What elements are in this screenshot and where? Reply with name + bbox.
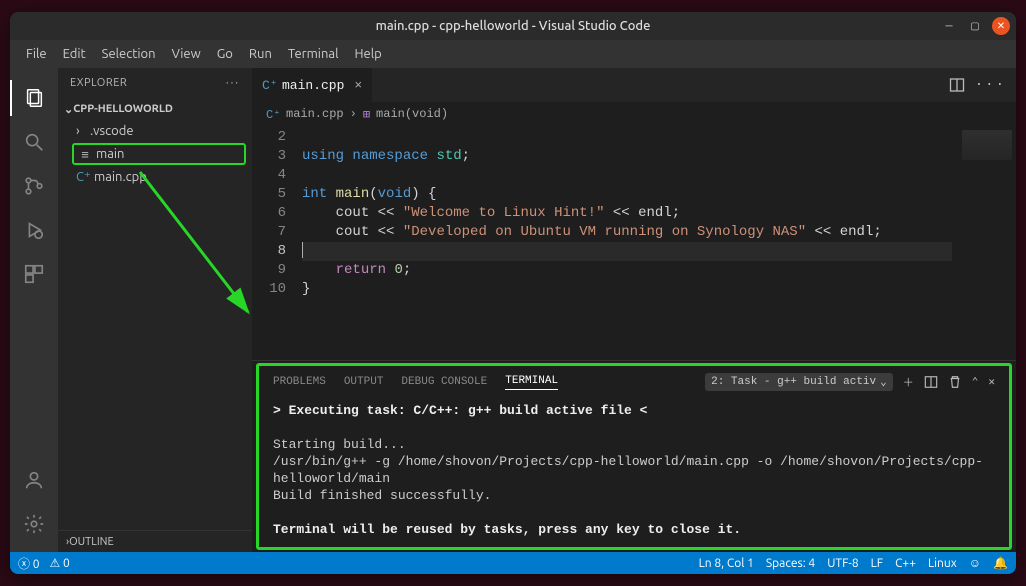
outline-section[interactable]: › OUTLINE bbox=[58, 530, 252, 552]
vscode-window: main.cpp - cpp-helloworld - Visual Studi… bbox=[10, 12, 1016, 574]
new-terminal-icon[interactable]: ＋ bbox=[903, 374, 914, 390]
status-encoding[interactable]: UTF-8 bbox=[827, 557, 858, 570]
window-title: main.cpp - cpp-helloworld - Visual Studi… bbox=[376, 19, 651, 33]
chevron-right-icon: › bbox=[76, 124, 86, 138]
tab-bar: C⁺ main.cpp × ··· bbox=[252, 68, 1016, 102]
breadcrumb-symbol: main(void) bbox=[376, 107, 448, 121]
bottom-panel: PROBLEMS OUTPUT DEBUG CONSOLE TERMINAL 2… bbox=[252, 360, 1016, 552]
menu-selection[interactable]: Selection bbox=[94, 43, 164, 65]
tab-label: main.cpp bbox=[282, 78, 344, 93]
status-language[interactable]: C++ bbox=[895, 557, 916, 570]
folder-name: CPP-HELLOWORLD bbox=[73, 103, 173, 115]
panel-tab-problems[interactable]: PROBLEMS bbox=[273, 376, 326, 388]
status-bell-icon[interactable]: 🔔 bbox=[993, 556, 1008, 570]
folder-header[interactable]: ⌄ CPP-HELLOWORLD bbox=[58, 98, 252, 120]
chevron-down-icon: ⌄ bbox=[64, 103, 73, 116]
status-warnings[interactable]: ⚠ 0 bbox=[50, 556, 70, 570]
panel-tab-terminal[interactable]: TERMINAL bbox=[505, 375, 558, 390]
status-host[interactable]: Linux bbox=[928, 557, 957, 570]
activity-explorer[interactable] bbox=[10, 76, 58, 120]
tree-label: main bbox=[96, 147, 124, 161]
chevron-right-icon: › bbox=[350, 107, 357, 121]
activity-debug[interactable] bbox=[10, 208, 58, 252]
window-close[interactable]: ✕ bbox=[992, 17, 1010, 35]
menu-go[interactable]: Go bbox=[209, 43, 241, 65]
tab-main-cpp[interactable]: C⁺ main.cpp × bbox=[252, 68, 372, 102]
line-gutter: 2345678910 bbox=[252, 126, 302, 360]
panel-tab-debug[interactable]: DEBUG CONSOLE bbox=[401, 376, 487, 388]
binary-icon: ≡ bbox=[78, 147, 92, 162]
activity-account[interactable] bbox=[10, 458, 58, 502]
function-icon: ⊞ bbox=[363, 107, 370, 122]
split-terminal-icon[interactable] bbox=[924, 375, 938, 389]
menu-run[interactable]: Run bbox=[241, 43, 280, 65]
status-eol[interactable]: LF bbox=[871, 557, 883, 570]
code-content[interactable]: using namespace std; int main(void) { co… bbox=[302, 126, 952, 360]
breadcrumb-file: main.cpp bbox=[286, 107, 344, 121]
status-errors[interactable]: ⓧ 0 bbox=[18, 555, 40, 572]
close-panel-icon[interactable]: ✕ bbox=[988, 375, 995, 389]
explorer-title: EXPLORER bbox=[70, 77, 127, 89]
tree-folder-vscode[interactable]: › .vscode bbox=[62, 120, 252, 142]
tree-label: main.cpp bbox=[94, 170, 147, 184]
editor-group: C⁺ main.cpp × ··· C⁺ main.cpp › ⊞ main(v… bbox=[252, 68, 1016, 552]
menu-view[interactable]: View bbox=[164, 43, 209, 65]
cpp-icon: C⁺ bbox=[76, 170, 90, 185]
panel-tab-output[interactable]: OUTPUT bbox=[344, 376, 384, 388]
split-editor-icon[interactable] bbox=[949, 77, 965, 93]
explorer-sidebar: EXPLORER ··· ⌄ CPP-HELLOWORLD › .vscode … bbox=[58, 68, 252, 552]
activity-settings[interactable] bbox=[10, 502, 58, 546]
cpp-icon: C⁺ bbox=[262, 78, 276, 93]
breadcrumb[interactable]: C⁺ main.cpp › ⊞ main(void) bbox=[252, 102, 1016, 126]
outline-label: OUTLINE bbox=[69, 536, 114, 548]
explorer-more-icon[interactable]: ··· bbox=[226, 77, 240, 89]
activity-search[interactable] bbox=[10, 120, 58, 164]
maximize-panel-icon[interactable]: ⌃ bbox=[972, 375, 979, 389]
status-spaces[interactable]: Spaces: 4 bbox=[766, 557, 815, 570]
menu-edit[interactable]: Edit bbox=[55, 43, 94, 65]
status-feedback-icon[interactable]: ☺ bbox=[969, 556, 981, 570]
tree-file-main[interactable]: ≡ main bbox=[72, 143, 246, 165]
activity-bar bbox=[10, 68, 58, 552]
menu-file[interactable]: File bbox=[18, 43, 55, 65]
cpp-icon: C⁺ bbox=[266, 107, 280, 122]
terminal-dropdown[interactable]: 2: Task - g++ build activ ⌄ bbox=[705, 373, 893, 391]
activity-scm[interactable] bbox=[10, 164, 58, 208]
tree-label: .vscode bbox=[90, 124, 134, 138]
status-cursor[interactable]: Ln 8, Col 1 bbox=[699, 557, 754, 570]
window-minimize[interactable]: ─ bbox=[940, 17, 958, 35]
kill-terminal-icon[interactable] bbox=[948, 375, 962, 389]
more-icon[interactable]: ··· bbox=[975, 77, 1006, 93]
minimap[interactable] bbox=[952, 126, 1016, 360]
menubar: File Edit Selection View Go Run Terminal… bbox=[10, 40, 1016, 68]
close-icon[interactable]: × bbox=[350, 78, 362, 93]
titlebar: main.cpp - cpp-helloworld - Visual Studi… bbox=[10, 12, 1016, 40]
activity-extensions[interactable] bbox=[10, 252, 58, 296]
terminal-output[interactable]: > Executing task: C/C++: g++ build activ… bbox=[259, 398, 1009, 547]
menu-help[interactable]: Help bbox=[346, 43, 389, 65]
window-maximize[interactable]: ▢ bbox=[966, 17, 984, 35]
status-bar: ⓧ 0 ⚠ 0 Ln 8, Col 1 Spaces: 4 UTF-8 LF C… bbox=[10, 552, 1016, 574]
menu-terminal[interactable]: Terminal bbox=[280, 43, 347, 65]
tree-file-main-cpp[interactable]: C⁺ main.cpp bbox=[62, 166, 252, 188]
chevron-down-icon: ⌄ bbox=[880, 375, 887, 389]
code-editor[interactable]: 2345678910 using namespace std; int main… bbox=[252, 126, 1016, 360]
